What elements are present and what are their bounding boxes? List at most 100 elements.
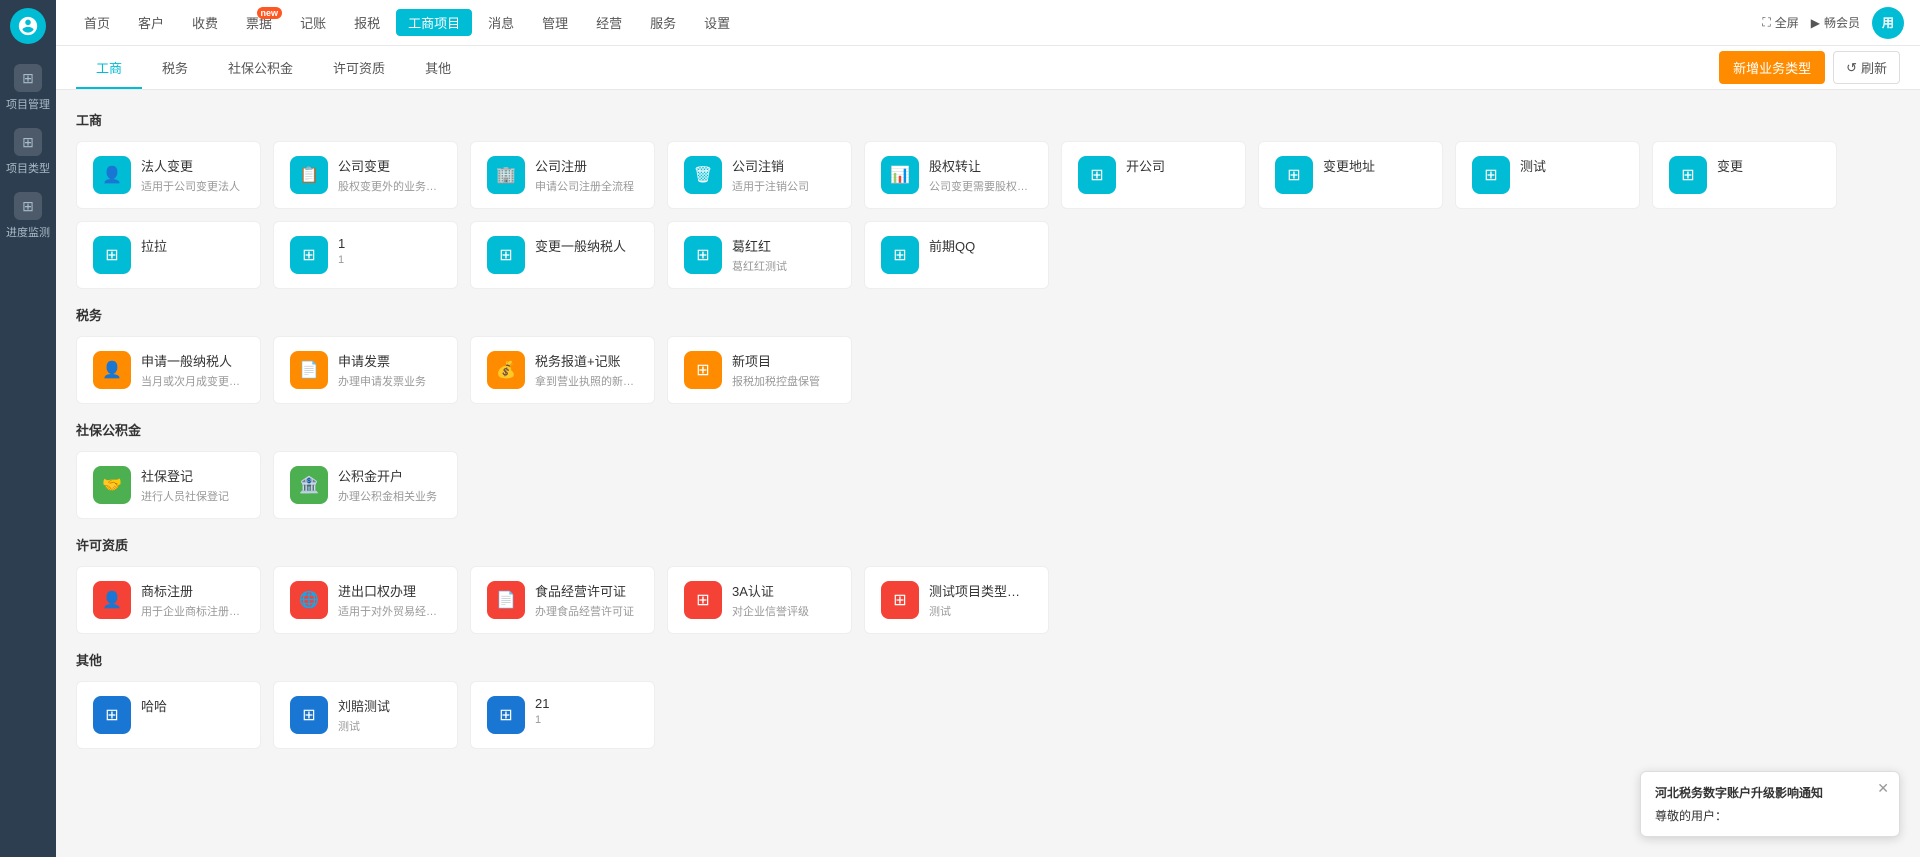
- card-title-one: 1: [338, 236, 441, 251]
- user-avatar[interactable]: 用: [1872, 7, 1904, 39]
- card-icon-pre-qq: ⊞: [881, 236, 919, 274]
- card-food-license[interactable]: 📄食品经营许可证办理食品经营许可证: [470, 566, 655, 634]
- card-open-company[interactable]: ⊞开公司: [1061, 141, 1246, 209]
- card-icon-mohonghong: ⊞: [684, 236, 722, 274]
- nav-accounting[interactable]: 记账: [288, 9, 338, 36]
- sidebar-logo[interactable]: [10, 8, 46, 44]
- nav-invoice[interactable]: 票据 new: [234, 9, 284, 36]
- card-one[interactable]: ⊞11: [273, 221, 458, 289]
- card-lala[interactable]: ⊞拉拉: [76, 221, 261, 289]
- card-fund-open[interactable]: 🏦公积金开户办理公积金相关业务: [273, 451, 458, 519]
- card-title-lala: 拉拉: [141, 236, 244, 255]
- card-icon-company-register: 🏢: [487, 156, 525, 194]
- nav-operation[interactable]: 经营: [584, 9, 634, 36]
- card-icon-cert-3a: ⊞: [684, 581, 722, 619]
- subtab-industry[interactable]: 工商: [76, 48, 142, 89]
- card-import-export[interactable]: 🌐进出口权办理适用于对外贸易经营者: [273, 566, 458, 634]
- sidebar-item-progress-monitor[interactable]: ⊞ 进度监测: [0, 184, 56, 248]
- sidebar-item-project-type[interactable]: ⊞ 项目类型: [0, 120, 56, 184]
- topnav-right: ⛶ 全屏 ▶ 畅会员 用: [1762, 7, 1904, 39]
- nav-customer[interactable]: 客户: [126, 9, 176, 36]
- nav-message[interactable]: 消息: [476, 9, 526, 36]
- fullscreen-icon: ⛶: [1762, 15, 1770, 30]
- cards-grid-tax: 👤申请一般纳税人当月或次月成变更完成📄申请发票办理申请发票业务💰税务报道+记账拿…: [76, 336, 1900, 404]
- card-new-project[interactable]: ⊞新项目报税加税控盘保管: [667, 336, 852, 404]
- nav-billing[interactable]: 收费: [180, 9, 230, 36]
- card-company-change[interactable]: 📋公司变更股权变更外的业务变更: [273, 141, 458, 209]
- card-text-legal-change: 法人变更适用于公司变更法人: [141, 156, 244, 194]
- card-icon-company-cancel: 🗑: [684, 156, 722, 194]
- subtab-license[interactable]: 许可资质: [313, 48, 405, 89]
- sidebar-item-project-manage[interactable]: ⊞ 项目管理: [0, 56, 56, 120]
- card-text-company-change: 公司变更股权变更外的业务变更: [338, 156, 441, 194]
- card-icon-social-register: 🤝: [93, 466, 131, 504]
- card-equity-transfer[interactable]: 📊股权转让公司变更需要股权转让: [864, 141, 1049, 209]
- card-tax-report[interactable]: 💰税务报道+记账拿到营业执照的新公司: [470, 336, 655, 404]
- card-apply-invoice[interactable]: 📄申请发票办理申请发票业务: [273, 336, 458, 404]
- subtab-tax[interactable]: 税务: [142, 48, 208, 89]
- card-icon-import-export: 🌐: [290, 581, 328, 619]
- card-text-mohonghong: 葛红红葛红红测试: [732, 236, 835, 274]
- subtab-other[interactable]: 其他: [405, 48, 471, 89]
- card-twenty-one[interactable]: ⊞211: [470, 681, 655, 749]
- card-title-legal-change: 法人变更: [141, 156, 244, 175]
- card-change-address[interactable]: ⊞变更地址: [1258, 141, 1443, 209]
- card-company-register[interactable]: 🏢公司注册申请公司注册全流程: [470, 141, 655, 209]
- card-title-social-register: 社保登记: [141, 466, 244, 485]
- card-legal-change[interactable]: 👤法人变更适用于公司变更法人: [76, 141, 261, 209]
- card-desc-apply-taxpayer: 当月或次月成变更完成: [141, 373, 244, 389]
- card-text-haha: 哈哈: [141, 696, 244, 718]
- card-icon-equity-transfer: 📊: [881, 156, 919, 194]
- nav-tax[interactable]: 报税: [342, 9, 392, 36]
- nav-service[interactable]: 服务: [638, 9, 688, 36]
- card-pre-qq[interactable]: ⊞前期QQ: [864, 221, 1049, 289]
- new-business-type-button[interactable]: 新增业务类型: [1719, 51, 1825, 84]
- nav-settings[interactable]: 设置: [692, 9, 742, 36]
- card-title-test: 测试: [1520, 156, 1623, 175]
- card-desc-company-register: 申请公司注册全流程: [535, 178, 638, 194]
- section-title-tax: 税务: [76, 305, 1900, 324]
- section-title-industry: 工商: [76, 110, 1900, 129]
- scroll-content: 工商 👤 法人变更适用于公司变更法人 📋公司变更股权变更外的业务变更🏢公司注册申请公司…: [56, 90, 1920, 857]
- card-icon-apply-taxpayer: 👤: [93, 351, 131, 389]
- card-cert-3a[interactable]: ⊞3A认证对企业信誉评级: [667, 566, 852, 634]
- card-social-register[interactable]: 🤝社保登记进行人员社保登记: [76, 451, 261, 519]
- card-desc-apply-invoice: 办理申请发票业务: [338, 373, 441, 389]
- card-desc-equity-transfer: 公司变更需要股权转让: [929, 178, 1032, 194]
- card-title-haha: 哈哈: [141, 696, 244, 715]
- card-icon-tax-report: 💰: [487, 351, 525, 389]
- notification-close[interactable]: ✕: [1877, 780, 1889, 797]
- card-desc-legal-change: 适用于公司变更法人: [141, 178, 244, 194]
- section-title-social: 社保公积金: [76, 420, 1900, 439]
- card-title-change-taxpayer: 变更一般纳税人: [535, 236, 638, 255]
- card-icon-apply-invoice: 📄: [290, 351, 328, 389]
- card-liu-pei-test[interactable]: ⊞刘賠测试测试: [273, 681, 458, 749]
- card-change[interactable]: ⊞变更: [1652, 141, 1837, 209]
- nav-manage[interactable]: 管理: [530, 9, 580, 36]
- card-desc-food-license: 办理食品经营许可证: [535, 603, 638, 619]
- card-test[interactable]: ⊞ 测试: [1455, 141, 1640, 209]
- refresh-button[interactable]: ↺ 刷新: [1833, 51, 1900, 84]
- card-title-company-cancel: 公司注销: [732, 156, 835, 175]
- card-haha[interactable]: ⊞哈哈: [76, 681, 261, 749]
- member-btn[interactable]: ▶ 畅会员: [1811, 14, 1860, 31]
- card-mohonghong[interactable]: ⊞ 葛红红葛红红测试: [667, 221, 852, 289]
- card-title-mohonghong: 葛红红: [732, 236, 835, 255]
- card-company-cancel[interactable]: 🗑公司注销适用于注销公司: [667, 141, 852, 209]
- card-test-project[interactable]: ⊞测试项目类型自定义测试: [864, 566, 1049, 634]
- card-apply-taxpayer[interactable]: 👤申请一般纳税人当月或次月成变更完成: [76, 336, 261, 404]
- cards-grid-industry: 👤法人变更适用于公司变更法人📋公司变更股权变更外的业务变更🏢公司注册申请公司注册…: [76, 141, 1900, 289]
- card-text-liu-pei-test: 刘賠测试测试: [338, 696, 441, 734]
- fullscreen-btn[interactable]: ⛶ 全屏: [1762, 14, 1798, 31]
- notification-content: 尊敬的用户：: [1655, 807, 1885, 824]
- card-icon-change-address: ⊞: [1275, 156, 1313, 194]
- card-desc-fund-open: 办理公积金相关业务: [338, 488, 441, 504]
- card-trademark[interactable]: 👤商标注册用于企业商标注册服务: [76, 566, 261, 634]
- card-icon-test: ⊞: [1472, 156, 1510, 194]
- nav-industry[interactable]: 工商项目: [396, 9, 472, 36]
- card-title-fund-open: 公积金开户: [338, 466, 441, 485]
- card-desc-liu-pei-test: 测试: [338, 718, 441, 734]
- subtab-social[interactable]: 社保公积金: [208, 48, 313, 89]
- card-change-taxpayer[interactable]: ⊞变更一般纳税人: [470, 221, 655, 289]
- nav-home[interactable]: 首页: [72, 9, 122, 36]
